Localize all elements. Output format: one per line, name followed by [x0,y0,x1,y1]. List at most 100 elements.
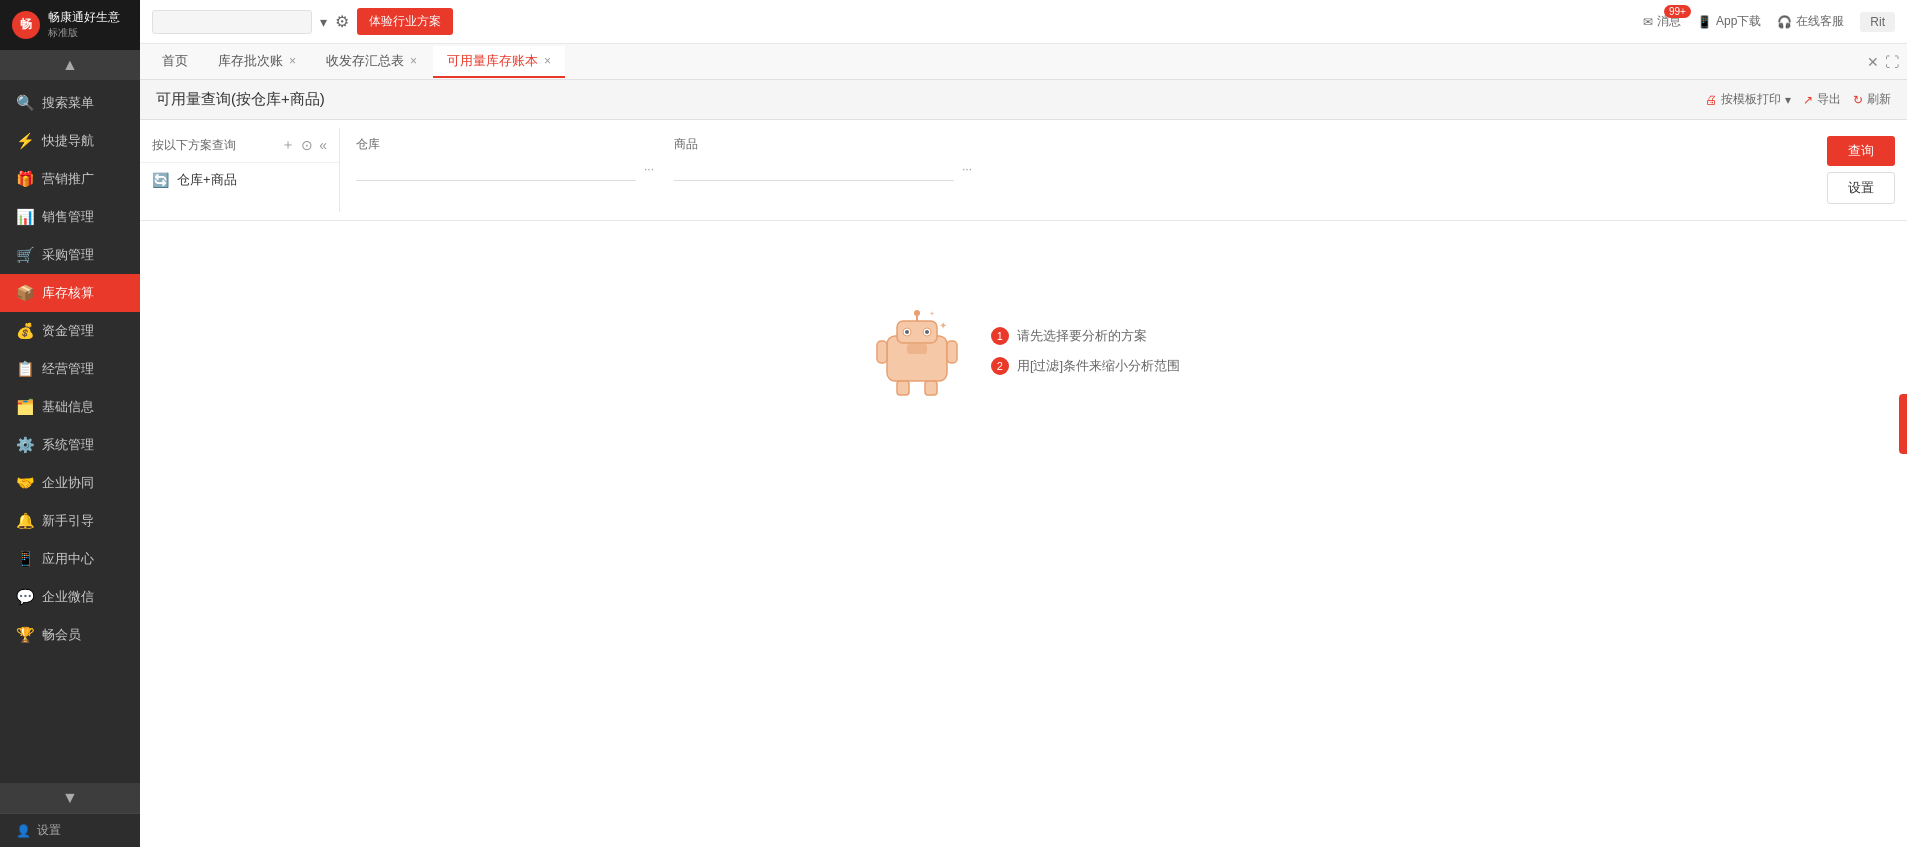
tab-summary[interactable]: 收发存汇总表 × [312,46,431,78]
sidebar-item-enterprise-wx[interactable]: 💬 企业微信 [0,578,140,616]
right-scroll-indicator[interactable] [1899,394,1907,454]
tab-close-button[interactable]: × [289,54,296,68]
sidebar-item-system[interactable]: ⚙️ 系统管理 [0,426,140,464]
print-label: 按模板打印 [1721,91,1781,108]
collapse-scheme-button[interactable]: « [319,136,327,154]
sidebar-logo: 畅 [12,11,40,39]
sidebar-item-inventory[interactable]: 📦 库存核算 [0,274,140,312]
svg-rect-12 [925,381,937,395]
sidebar-item-basic[interactable]: 🗂️ 基础信息 [0,388,140,426]
warehouse-filter-input[interactable] [356,157,636,181]
product-filter-input[interactable] [674,157,954,181]
query-panel: 按以下方案查询 ＋ ⊙ « 🔄 仓库+商品 仓库 [140,120,1907,220]
sidebar-item-sales[interactable]: 📊 销售管理 [0,198,140,236]
sidebar-item-operation[interactable]: 📋 经营管理 [0,350,140,388]
sidebar-item-purchase[interactable]: 🛒 采购管理 [0,236,140,274]
service-label: 在线客服 [1796,13,1844,30]
sidebar-item-enterprise[interactable]: 🤝 企业协同 [0,464,140,502]
sidebar-item-label: 新手引导 [42,512,94,530]
svg-rect-11 [897,381,909,395]
tab-close-button[interactable]: × [410,54,417,68]
maximize-window-button[interactable]: ⛶ [1885,54,1899,70]
sidebar-item-shortcut[interactable]: ⚡ 快捷导航 [0,122,140,160]
tab-label: 收发存汇总表 [326,52,404,70]
topbar-right: ✉ 消息 99+ 📱 App下载 🎧 在线客服 Rit [1643,12,1895,32]
scheme-actions: ＋ ⊙ « [281,136,327,154]
sidebar-item-label: 企业微信 [42,588,94,606]
tab-batch-account[interactable]: 库存批次账 × [204,46,310,78]
sidebar-item-member[interactable]: 🏆 畅会员 [0,616,140,654]
topbar-dropdown-button[interactable]: ▾ [320,14,327,30]
tab-home[interactable]: 首页 [148,46,202,78]
refresh-button[interactable]: ↻ 刷新 [1853,91,1891,108]
export-button[interactable]: ↗ 导出 [1803,91,1841,108]
sidebar-item-appcenter[interactable]: 📱 应用中心 [0,540,140,578]
main-area: ▾ ⚙ 体验行业方案 ✉ 消息 99+ 📱 App下载 🎧 在线客服 Rit [140,0,1907,847]
tip-text-2: 用[过滤]条件来缩小分析范围 [1017,357,1180,375]
operation-nav-icon: 📋 [16,360,34,378]
svg-point-8 [914,310,920,316]
marketing-nav-icon: 🎁 [16,170,34,188]
svg-text:✦: ✦ [939,320,947,331]
print-icon: 🖨 [1705,93,1717,107]
query-actions: 查询 设置 [1815,128,1907,212]
tip-item-1: 1 请先选择要分析的方案 [991,327,1180,345]
sidebar-item-label: 应用中心 [42,550,94,568]
sidebar-nav: 🔍 搜索菜单 ⚡ 快捷导航 🎁 营销推广 📊 销售管理 🛒 采购管理 📦 库存核… [0,80,140,783]
tip-item-2: 2 用[过滤]条件来缩小分析范围 [991,357,1180,375]
query-button[interactable]: 查询 [1827,136,1895,166]
scheme-item-warehouse-product[interactable]: 🔄 仓库+商品 [140,163,339,197]
svg-point-4 [905,330,909,334]
sidebar-item-label: 搜索菜单 [42,94,94,112]
online-service-button[interactable]: 🎧 在线客服 [1777,13,1844,30]
message-button[interactable]: ✉ 消息 99+ [1643,13,1681,30]
topbar-gear-button[interactable]: ⚙ [335,12,349,31]
sidebar-item-label: 畅会员 [42,626,81,644]
app-subtitle: 标准版 [48,26,120,40]
empty-robot-illustration: ✦ ✦ [867,301,967,401]
svg-rect-6 [907,344,927,354]
tip-number-2: 2 [991,357,1009,375]
message-badge: 99+ [1664,5,1691,18]
sidebar-footer[interactable]: 👤 设置 [0,813,140,847]
window-buttons: ✕ ⛶ [1867,54,1899,70]
warehouse-more-button[interactable]: ··· [640,158,658,180]
svg-rect-10 [947,341,957,363]
refresh-label: 刷新 [1867,91,1891,108]
scroll-up-button[interactable]: ▲ [0,50,140,80]
tab-available-stock[interactable]: 可用量库存账本 × [433,46,565,78]
sidebar-item-marketing[interactable]: 🎁 营销推广 [0,160,140,198]
shortcut-nav-icon: ⚡ [16,132,34,150]
system-nav-icon: ⚙️ [16,436,34,454]
product-more-button[interactable]: ··· [958,158,976,180]
app-download-button[interactable]: 📱 App下载 [1697,13,1761,30]
user-avatar-button[interactable]: Rit [1860,12,1895,32]
appcenter-nav-icon: 📱 [16,550,34,568]
close-window-button[interactable]: ✕ [1867,54,1879,70]
settings-scheme-button[interactable]: ⊙ [301,136,313,154]
scheme-panel-header: 按以下方案查询 ＋ ⊙ « [140,136,339,163]
tab-label: 可用量库存账本 [447,52,538,70]
sidebar-item-label: 基础信息 [42,398,94,416]
sidebar-item-newbie[interactable]: 🔔 新手引导 [0,502,140,540]
svg-rect-9 [877,341,887,363]
sidebar-brand: 畅康通好生意 标准版 [48,10,120,40]
scroll-down-button[interactable]: ▼ [0,783,140,813]
settings-button[interactable]: 设置 [1827,172,1895,204]
user-label: Rit [1870,15,1885,29]
scheme-item-icon: 🔄 [152,172,169,188]
product-filter-group: 商品 ··· [674,136,976,181]
tab-label: 库存批次账 [218,52,283,70]
topbar: ▾ ⚙ 体验行业方案 ✉ 消息 99+ 📱 App下载 🎧 在线客服 Rit [140,0,1907,44]
sidebar-item-finance[interactable]: 💰 资金管理 [0,312,140,350]
filter-row: 仓库 ··· 商品 ··· [340,128,1815,212]
basic-nav-icon: 🗂️ [16,398,34,416]
page-header-actions: 🖨 按模板打印 ▾ ↗ 导出 ↻ 刷新 [1705,91,1891,108]
add-scheme-button[interactable]: ＋ [281,136,295,154]
app-title: 畅康通好生意 [48,10,120,26]
sidebar-item-search[interactable]: 🔍 搜索菜单 [0,84,140,122]
topbar-search-input[interactable] [152,10,312,34]
trial-button[interactable]: 体验行业方案 [357,8,453,35]
tab-close-button[interactable]: × [544,54,551,68]
print-button[interactable]: 🖨 按模板打印 ▾ [1705,91,1791,108]
